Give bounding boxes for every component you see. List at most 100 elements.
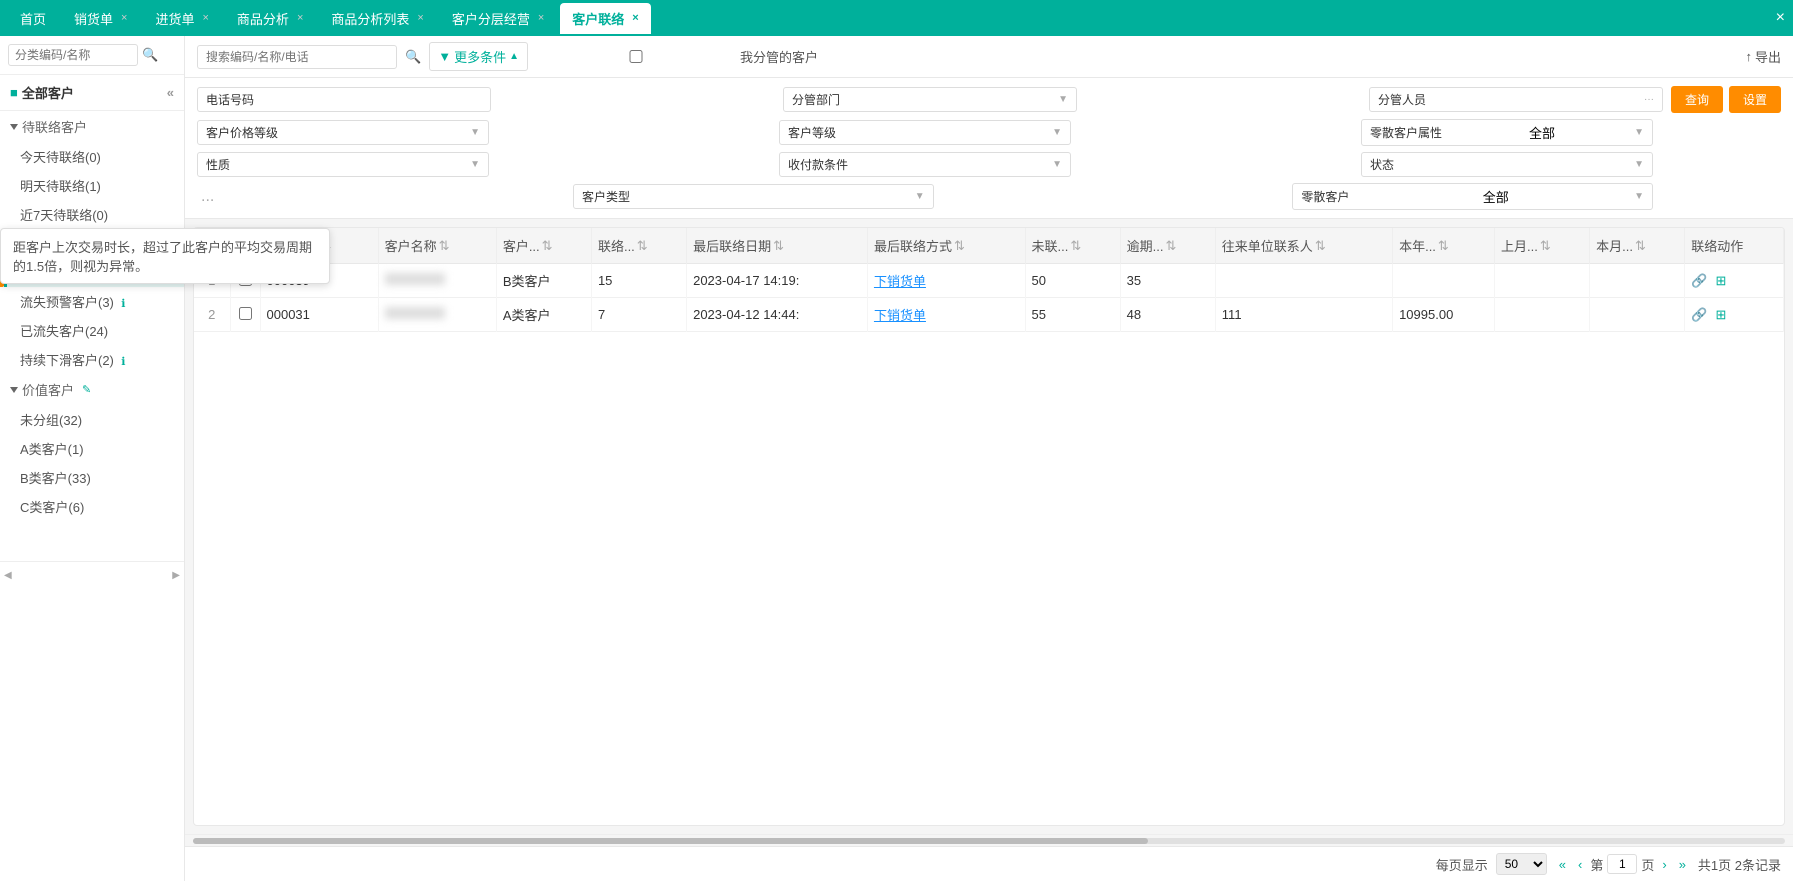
customer-search-input[interactable] (197, 45, 397, 69)
sidebar-item-declining[interactable]: 持续下滑客户(2) ℹ (0, 345, 184, 374)
sort-icon-uncontacted: ⇅ (1070, 238, 1081, 254)
th-last-month[interactable]: 上月... ⇅ (1495, 228, 1590, 264)
th-last-contact-method[interactable]: 最后联络方式 ⇅ (867, 228, 1025, 264)
first-page-btn[interactable]: « (1555, 855, 1570, 874)
sidebar-item-class-b[interactable]: B类客户(33) (0, 463, 184, 492)
branch-dept-field[interactable]: 分管部门 ▼ (783, 87, 1077, 112)
category-search-input[interactable] (8, 44, 138, 66)
more-dots[interactable]: ... (201, 188, 214, 206)
info-icon-3[interactable]: ℹ (121, 356, 125, 368)
h-scrollbar-track (193, 838, 1785, 844)
sidebar-item-lost-warning[interactable]: 流失预警客户(3) ℹ (0, 287, 184, 316)
customer-level-field[interactable]: 客户等级 ▼ (779, 120, 1071, 145)
sidebar-item-tomorrow[interactable]: 明天待联络(1) (0, 171, 184, 200)
filter-actions: 查询 设置 (1671, 86, 1781, 113)
edit-icon[interactable]: ✎ (82, 383, 91, 396)
status-field[interactable]: 状态 ▼ (1361, 152, 1653, 177)
row-2-num: 2 (194, 298, 230, 332)
pending-group-tri (10, 124, 18, 130)
value-group-tri (10, 387, 18, 393)
top-nav: 首页 销货单 × 进货单 × 商品分析 × 商品分析列表 × 客户分层经营 × … (0, 0, 1793, 36)
tab-product-analysis-list[interactable]: 商品分析列表 × (319, 3, 435, 34)
th-contact-count[interactable]: 联络... ⇅ (591, 228, 686, 264)
sidebar-item-7days[interactable]: 近7天待联络(0) (0, 200, 184, 229)
branch-person-field[interactable]: 分管人员 ··· (1369, 87, 1663, 112)
row-2-grid-action[interactable]: ⊞ (1715, 307, 1726, 323)
row-1-link-action[interactable]: 🔗 (1691, 273, 1707, 289)
branch-dept-arrow: ▼ (1058, 94, 1068, 105)
row-2-overdue: 48 (1120, 298, 1215, 332)
th-uncontacted[interactable]: 未联... ⇅ (1025, 228, 1120, 264)
sidebar-item-class-c[interactable]: C类客户(6) (0, 492, 184, 521)
sidebar-group-pending[interactable]: 待联络客户 (0, 111, 184, 142)
sidebar-item-class-a[interactable]: A类客户(1) (0, 434, 184, 463)
last-page-btn[interactable]: » (1675, 855, 1690, 874)
customer-type-field[interactable]: 客户类型 ▼ (573, 184, 934, 209)
tab-product-analysis-close[interactable]: × (297, 12, 303, 24)
h-scrollbar-area[interactable] (185, 834, 1793, 846)
th-this-month[interactable]: 本月... ⇅ (1590, 228, 1685, 264)
tooltip-box: 距客户上次交易时长，超过了此客户的平均交易周期的1.5倍，则视为异常。 (0, 228, 185, 284)
gender-field[interactable]: 性质 ▼ (197, 152, 489, 177)
th-contacts[interactable]: 往来单位联系人 ⇅ (1215, 228, 1392, 264)
tab-customer-contact[interactable]: 客户联络 × (560, 3, 650, 34)
sort-icon-count: ⇅ (637, 238, 648, 254)
per-page-select[interactable]: 50 100 200 (1496, 853, 1547, 875)
tab-sales-order[interactable]: 销货单 × (62, 3, 139, 34)
retail-attr-field[interactable]: 零散客户属性 全部 ▼ (1361, 119, 1653, 146)
more-conditions-btn[interactable]: ▼ 更多条件 ▲ (429, 42, 528, 71)
th-customer-name[interactable]: 客户名称 ⇅ (378, 228, 496, 264)
th-customer-type[interactable]: 客户... ⇅ (496, 228, 591, 264)
next-page-btn[interactable]: › (1658, 855, 1670, 874)
retail-attr-arrow: ▼ (1634, 127, 1644, 138)
filter-bar: 🔍 ▼ 更多条件 ▲ 我分管的客户 ↑ 导出 (185, 36, 1793, 78)
info-icon-2[interactable]: ℹ (121, 298, 125, 310)
search-icon[interactable]: 🔍 (405, 49, 421, 65)
sort-icon-overdue: ⇅ (1166, 238, 1177, 254)
tab-purchase-order[interactable]: 进货单 × (143, 3, 220, 34)
row-2-checkbox[interactable] (239, 307, 252, 320)
tab-product-analysis[interactable]: 商品分析 × (225, 3, 315, 34)
tab-product-analysis-list-close[interactable]: × (417, 12, 423, 24)
row-1-last-method[interactable]: 下销货单 (867, 264, 1025, 298)
my-customers-checkbox[interactable] (536, 50, 736, 63)
payment-terms-field[interactable]: 收付款条件 ▼ (779, 152, 1071, 177)
th-overdue[interactable]: 逾期... ⇅ (1120, 228, 1215, 264)
tab-customer-contact-close[interactable]: × (632, 12, 638, 24)
page-number-input[interactable] (1607, 854, 1637, 874)
adv-filter-row-2: 客户价格等级 ▼ 客户等级 ▼ 零散客户属性 全部 ▼ (197, 119, 1781, 146)
th-this-year[interactable]: 本年... ⇅ (1393, 228, 1495, 264)
tab-purchase-order-close[interactable]: × (202, 12, 208, 24)
export-btn[interactable]: ↑ 导出 (1745, 47, 1781, 66)
sidebar-item-today[interactable]: 今天待联络(0) (0, 142, 184, 171)
sidebar-item-lost[interactable]: 已流失客户(24) (0, 316, 184, 345)
retail-customer-field[interactable]: 零散客户 全部 ▼ (1292, 183, 1653, 210)
sort-icon-year: ⇅ (1438, 238, 1449, 254)
tab-customer-segment-close[interactable]: × (538, 12, 544, 24)
customer-price-level-field[interactable]: 客户价格等级 ▼ (197, 120, 489, 145)
row-2-this-year: 10995.00 (1393, 298, 1495, 332)
tab-sales-order-close[interactable]: × (121, 12, 127, 24)
tab-customer-segment[interactable]: 客户分层经营 × (440, 3, 556, 34)
advanced-filter: 电话号码 分管部门 ▼ 分管人员 ··· 查询 设置 (185, 78, 1793, 219)
category-search-icon[interactable]: 🔍 (142, 47, 158, 63)
query-button[interactable]: 查询 (1671, 86, 1723, 113)
row-2-last-method[interactable]: 下销货单 (867, 298, 1025, 332)
row-1-last-date: 2023-04-17 14:19: (687, 264, 868, 298)
pagination-bar: 每页显示 50 100 200 « ‹ 第 页 › » 共1页 2条记录 (185, 846, 1793, 881)
sidebar-item-ungrouped[interactable]: 未分组(32) (0, 405, 184, 434)
adv-filter-row-4: ... 客户类型 ▼ 零散客户 全部 ▼ (197, 183, 1781, 210)
prev-page-btn[interactable]: ‹ (1574, 855, 1586, 874)
phone-field[interactable]: 电话号码 (197, 87, 491, 112)
settings-button[interactable]: 设置 (1729, 86, 1781, 113)
tab-home[interactable]: 首页 (8, 3, 58, 34)
row-2-last-date: 2023-04-12 14:44: (687, 298, 868, 332)
customer-price-level-arrow: ▼ (470, 127, 480, 138)
sidebar-group-value[interactable]: 价值客户 ✎ (0, 374, 184, 405)
th-last-contact-date[interactable]: 最后联络日期 ⇅ (687, 228, 868, 264)
sidebar-collapse-btn[interactable]: « (167, 85, 174, 100)
close-all-button[interactable]: × (1776, 9, 1785, 27)
row-1-grid-action[interactable]: ⊞ (1715, 273, 1726, 289)
row-2-link-action[interactable]: 🔗 (1691, 307, 1707, 323)
all-customers-header[interactable]: ■ 全部客户 « (0, 75, 184, 111)
